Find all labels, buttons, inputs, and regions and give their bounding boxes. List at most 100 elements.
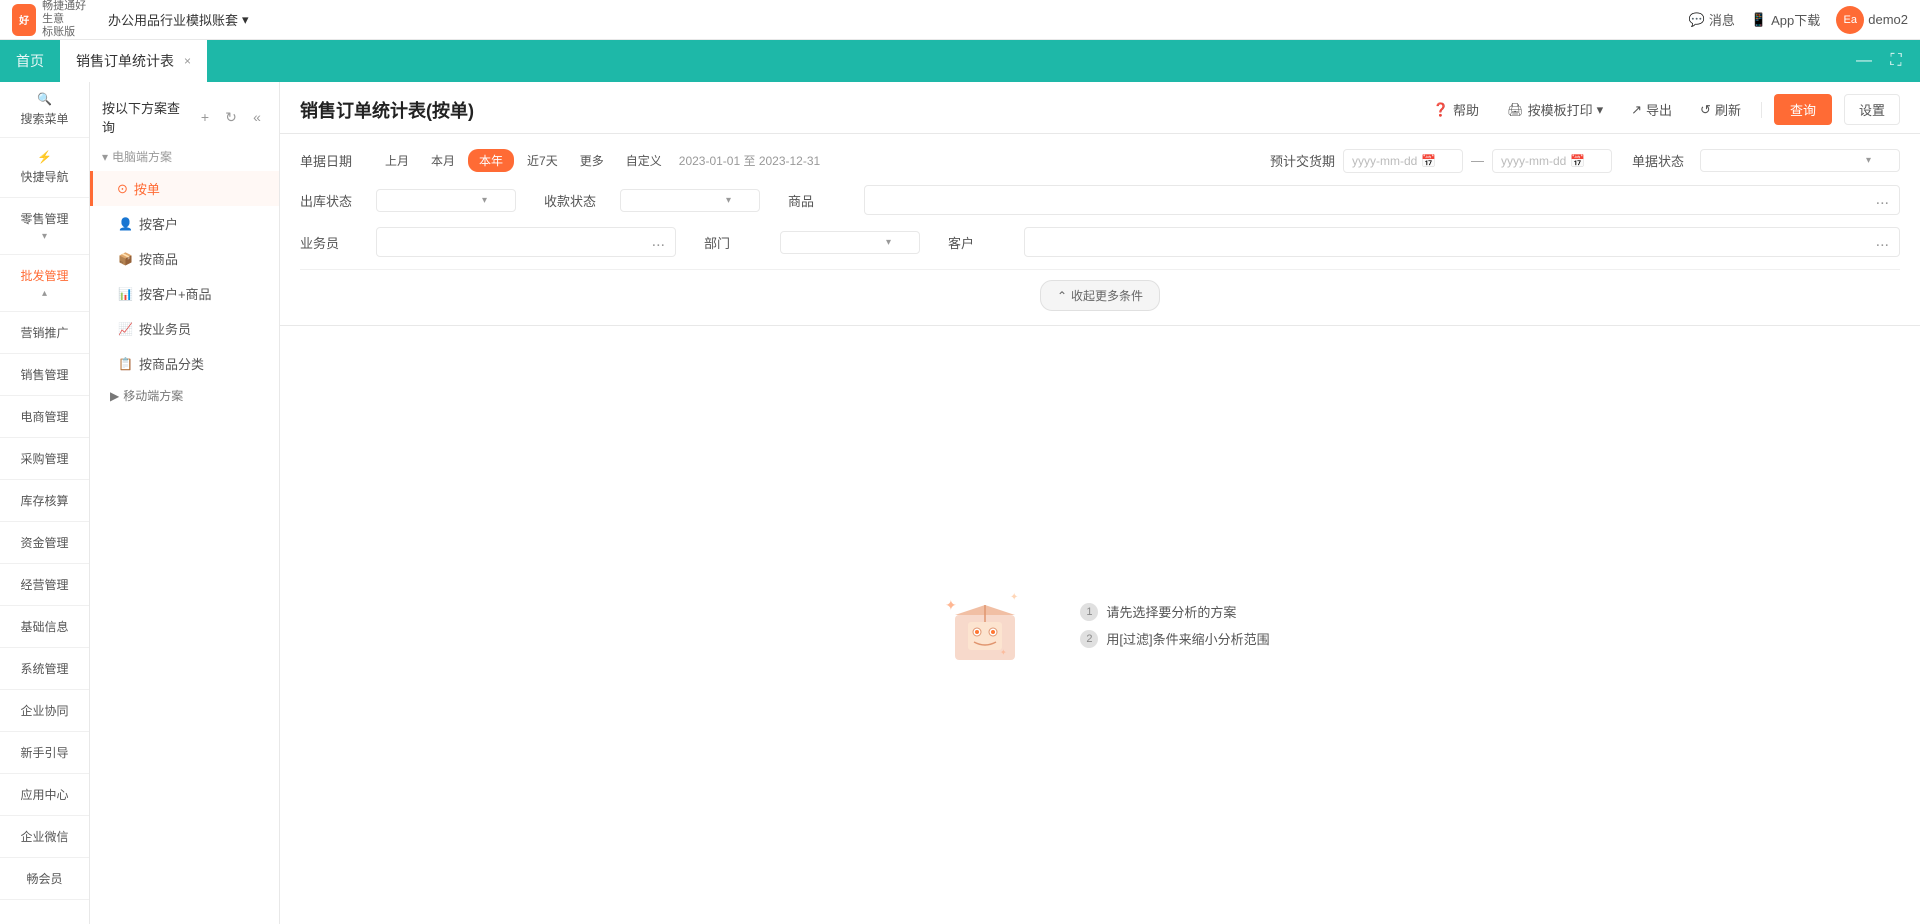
sidebar-item-enterprise[interactable]: 企业协同 (0, 690, 89, 732)
sidebar-item-guide[interactable]: 新手引导 (0, 732, 89, 774)
sidebar-item-operations[interactable]: 经营管理 (0, 564, 89, 606)
sidebar-item-wechat[interactable]: 企业微信 (0, 816, 89, 858)
empty-illustration: ✦ ✦ ✦ (930, 570, 1040, 680)
left-panel: 按以下方案查询 + ↻ « ▾ 电脑端方案 ⊙ 按单 👤 按客户 📦 按商品 (90, 82, 280, 924)
sidebar-item-ecommerce[interactable]: 电商管理 (0, 396, 89, 438)
sidebar-item-app-center[interactable]: 应用中心 (0, 774, 89, 816)
logo-icon: 好 (12, 4, 36, 36)
department-label: 部门 (704, 233, 764, 252)
sidebar-item-retail[interactable]: 零售管理 ▾ (0, 198, 89, 255)
scheme-item-by-customer[interactable]: 👤 按客户 (90, 206, 279, 241)
order-status-label: 单据状态 (1632, 151, 1692, 170)
more-icon[interactable]: ... (652, 233, 665, 251)
scheme-group-mobile[interactable]: ▶ 移动端方案 (90, 381, 279, 410)
chevron-down-icon: ▾ (886, 237, 891, 248)
scheme-item-by-product[interactable]: 📦 按商品 (90, 241, 279, 276)
hint-num-1: 1 (1080, 603, 1098, 621)
calendar-icon: 📅 (1570, 154, 1585, 168)
date-btn-more[interactable]: 更多 (571, 148, 613, 173)
collapse-icon: ⌃ (1057, 289, 1067, 303)
window-controls: — ⛶ (1852, 49, 1920, 73)
order-status-select[interactable]: ▾ (1700, 149, 1900, 172)
sidebar-item-finance[interactable]: 资金管理 (0, 522, 89, 564)
minimize-btn[interactable]: — (1852, 49, 1876, 73)
chevron-down-icon: ▾ (1866, 155, 1871, 166)
query-btn[interactable]: 查询 (1774, 94, 1832, 125)
topbar: 好 畅捷通好生意 标账版 办公用品行业模拟账套 ▾ 💬 消息 📱 App下载 E… (0, 0, 1920, 40)
sidebar-item-sales[interactable]: 销售管理 (0, 354, 89, 396)
collapse-btn[interactable]: ⌃ 收起更多条件 (1040, 280, 1160, 311)
sidebar-shortcut[interactable]: ⚡ 快捷导航 (0, 138, 89, 198)
message-icon: 💬 (1689, 12, 1705, 28)
customer-input[interactable]: ... (1024, 227, 1900, 257)
sidebar-item-basic-info[interactable]: 基础信息 (0, 606, 89, 648)
category-icon: 📋 (118, 357, 133, 371)
help-icon: ❓ (1433, 102, 1449, 118)
empty-hint-2: 2 用[过滤]条件来缩小分析范围 (1080, 629, 1269, 648)
workspace-dropdown[interactable]: 办公用品行业模拟账套 ▾ (100, 6, 257, 33)
collapse-panel-btn[interactable]: « (247, 107, 267, 127)
refresh-icon: ↺ (1700, 102, 1711, 118)
page-header: 销售订单统计表(按单) ❓ 帮助 🖨 按模板打印 ▾ ↗ 导出 (280, 82, 1920, 134)
sidebar-item-inventory[interactable]: 库存核算 (0, 480, 89, 522)
scheme-item-by-category[interactable]: 📋 按商品分类 (90, 346, 279, 381)
tab-home[interactable]: 首页 (0, 40, 60, 82)
sidebar-search[interactable]: 🔍 搜索菜单 (0, 82, 89, 138)
date-btn-this-year[interactable]: 本年 (468, 149, 514, 172)
maximize-btn[interactable]: ⛶ (1884, 49, 1908, 73)
date-btn-custom[interactable]: 自定义 (617, 148, 671, 173)
payment-status-select[interactable]: ▾ (620, 189, 760, 212)
scheme-item-by-customer-product[interactable]: 📊 按客户+商品 (90, 276, 279, 311)
delivery-status-select[interactable]: ▾ (376, 189, 516, 212)
product-input[interactable]: ... (864, 185, 1900, 215)
filter-area: 单据日期 上月 本月 本年 近7天 更多 自定义 2023-01-01 至 20… (280, 134, 1920, 326)
export-btn[interactable]: ↗ 导出 (1623, 96, 1680, 123)
app-logo: 好 畅捷通好生意 标账版 (12, 0, 92, 39)
date-btn-this-month[interactable]: 本月 (422, 148, 464, 173)
left-panel-header: 按以下方案查询 + ↻ « (90, 92, 279, 142)
refresh-scheme-btn[interactable]: ↻ (221, 107, 241, 127)
page-title: 销售订单统计表(按单) (300, 97, 1425, 123)
salesman-input[interactable]: ... (376, 227, 676, 257)
date-btn-7-days[interactable]: 近7天 (518, 148, 567, 173)
scheme-item-by-order[interactable]: ⊙ 按单 (90, 171, 279, 206)
filter-row-2: 出库状态 ▾ 收款状态 ▾ 商品 ... (300, 185, 1900, 215)
date-btn-last-month[interactable]: 上月 (376, 148, 418, 173)
refresh-btn[interactable]: ↺ 刷新 (1692, 96, 1749, 123)
tab-sales-order-stats[interactable]: 销售订单统计表 × (60, 40, 207, 82)
settings-btn[interactable]: 设置 (1844, 94, 1900, 125)
print-template-btn[interactable]: 🖨 按模板打印 ▾ (1499, 96, 1611, 123)
message-btn[interactable]: 💬 消息 (1689, 10, 1735, 29)
more-icon[interactable]: ... (1876, 233, 1889, 251)
svg-text:✦: ✦ (1000, 648, 1007, 657)
chevron-down-icon: ▾ (242, 12, 249, 28)
scheme-group-desktop: ▾ 电脑端方案 (90, 142, 279, 171)
filter-row-3: 业务员 ... 部门 ▾ 客户 ... (300, 227, 1900, 257)
more-icon[interactable]: ... (1876, 191, 1889, 209)
help-btn[interactable]: ❓ 帮助 (1425, 96, 1487, 123)
page-actions: ❓ 帮助 🖨 按模板打印 ▾ ↗ 导出 ↺ 刷新 (1425, 94, 1900, 125)
scheme-item-by-salesman[interactable]: 📈 按业务员 (90, 311, 279, 346)
calendar-icon: 📅 (1421, 154, 1436, 168)
date-start-input[interactable]: yyyy-mm-dd 📅 (1343, 149, 1463, 173)
empty-svg: ✦ ✦ ✦ (930, 570, 1040, 680)
hint-num-2: 2 (1080, 630, 1098, 648)
salesman-icon: 📈 (118, 322, 133, 336)
tab-close-icon[interactable]: × (184, 54, 191, 68)
sidebar-item-member[interactable]: 畅会员 (0, 858, 89, 900)
combined-icon: 📊 (118, 287, 133, 301)
chevron-right-icon: ▶ (110, 389, 119, 403)
salesman-label: 业务员 (300, 233, 360, 252)
sidebar-item-marketing[interactable]: 营销推广 (0, 312, 89, 354)
logo-text: 畅捷通好生意 标账版 (42, 0, 92, 39)
add-scheme-btn[interactable]: + (195, 107, 215, 127)
sidebar-item-purchase[interactable]: 采购管理 (0, 438, 89, 480)
user-menu-btn[interactable]: Ea demo2 (1836, 6, 1908, 34)
department-select[interactable]: ▾ (780, 231, 920, 254)
date-end-input[interactable]: yyyy-mm-dd 📅 (1492, 149, 1612, 173)
shortcut-icon: ⚡ (37, 150, 52, 164)
content-area: 按以下方案查询 + ↻ « ▾ 电脑端方案 ⊙ 按单 👤 按客户 📦 按商品 (90, 82, 1920, 924)
sidebar-item-wholesale[interactable]: 批发管理 ▴ (0, 255, 89, 312)
sidebar-item-system[interactable]: 系统管理 (0, 648, 89, 690)
app-download-btn[interactable]: 📱 App下载 (1751, 10, 1820, 29)
